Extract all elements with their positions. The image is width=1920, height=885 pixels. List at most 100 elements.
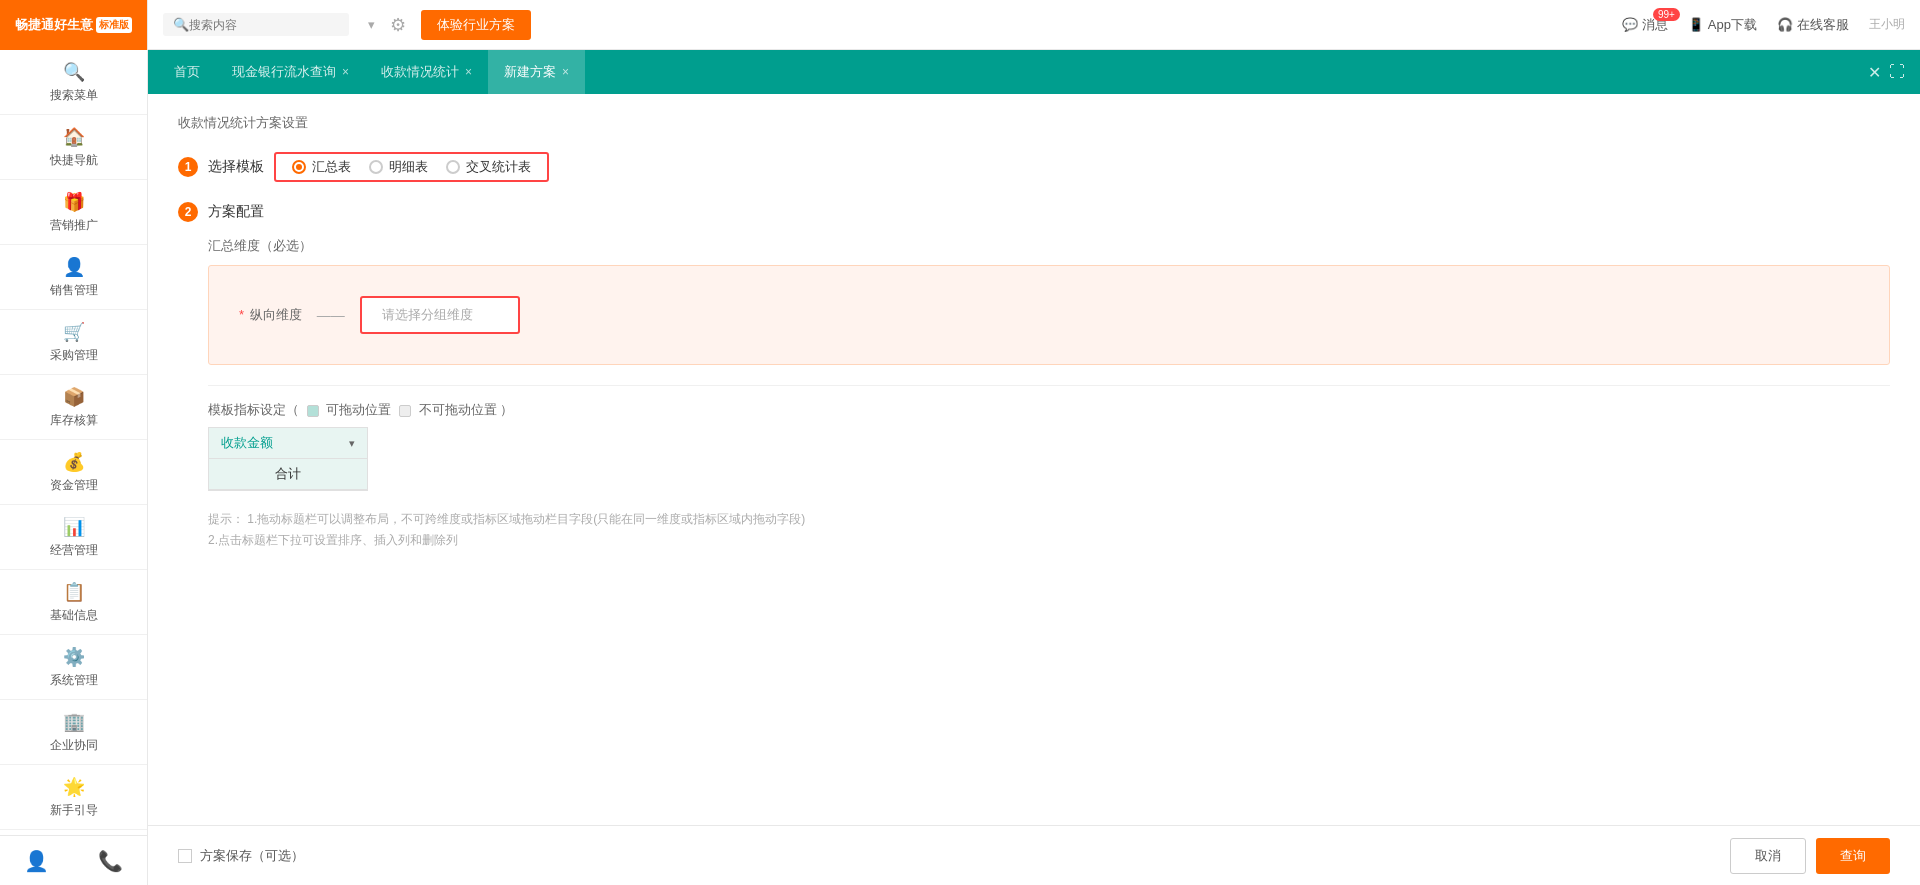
service-label: 在线客服 xyxy=(1797,16,1849,34)
topbar-search-box[interactable]: 🔍 xyxy=(163,13,349,36)
sidebar-item-fund-mgmt[interactable]: 💰 资金管理 xyxy=(0,440,147,505)
tab-home[interactable]: 首页 xyxy=(158,50,216,94)
search-icon: 🔍 xyxy=(173,17,189,32)
trial-button[interactable]: 体验行业方案 xyxy=(421,10,531,40)
legend-draggable-dot xyxy=(307,405,319,417)
hint-2: 2.点击标题栏下拉可设置排序、插入列和删除列 xyxy=(208,532,1890,549)
tab-collection-stats-close[interactable]: × xyxy=(465,65,472,79)
download-label: App下载 xyxy=(1708,16,1757,34)
tab-new-plan-close[interactable]: × xyxy=(562,65,569,79)
step1-header: 1 选择模板 汇总表 明细表 xyxy=(178,152,1890,182)
sidebar-item-sys-mgmt[interactable]: ⚙️系统管理 xyxy=(0,635,147,700)
sidebar-icon-basic-info: 📋 xyxy=(63,581,85,603)
sidebar-icon-marketing: 🎁 xyxy=(63,191,85,213)
main-wrapper: 🔍 ▾ ⚙ 体验行业方案 💬 消息 99+ 📱 App下载 🎧 在线客服 王小明 xyxy=(148,0,1920,885)
sidebar-icon-sys-mgmt: ⚙️ xyxy=(63,646,85,668)
tabs-expand-icon[interactable]: ⛶ xyxy=(1889,63,1905,81)
tab-bank-flow-close[interactable]: × xyxy=(342,65,349,79)
breadcrumb: 收款情况统计方案设置 xyxy=(178,114,1890,132)
template-options-box: 汇总表 明细表 交叉统计表 xyxy=(274,152,549,182)
sidebar-item-search-menu[interactable]: 🔍搜索菜单 xyxy=(0,50,147,115)
sidebar-item-newbie[interactable]: 🌟新手引导 xyxy=(0,765,147,830)
save-plan-label: 方案保存（可选） xyxy=(200,847,304,865)
metrics-dropdown-icon[interactable]: ▾ xyxy=(349,437,355,450)
message-button[interactable]: 💬 消息 99+ xyxy=(1622,16,1668,34)
sidebar-logo: 畅捷通好生意 标准版 xyxy=(0,0,147,50)
dimension-row-label: * 纵向维度 xyxy=(239,306,302,324)
hint-1: 提示： 1.拖动标题栏可以调整布局，不可跨维度或指标区域拖动栏目字段(只能在同一… xyxy=(208,511,1890,528)
sidebar-label-quick-nav: 快捷导航 xyxy=(50,152,98,169)
sidebar-label-inventory: 库存核算 xyxy=(50,412,98,429)
radio-detail[interactable]: 明细表 xyxy=(369,158,428,176)
step1-badge: 1 xyxy=(178,157,198,177)
sidebar-label-marketing: 营销推广 xyxy=(50,217,98,234)
topbar: 🔍 ▾ ⚙ 体验行业方案 💬 消息 99+ 📱 App下载 🎧 在线客服 王小明 xyxy=(148,0,1920,50)
dimension-vertical-label: 纵向维度 xyxy=(250,307,302,322)
tabs-bar: 首页 现金银行流水查询 × 收款情况统计 × 新建方案 × ✕ ⛶ xyxy=(148,50,1920,94)
tab-home-label: 首页 xyxy=(174,63,200,81)
sidebar-icon-enterprise: 🏢 xyxy=(63,711,85,733)
topbar-gear-icon[interactable]: ⚙ xyxy=(390,14,406,36)
sidebar-footer-icon-right[interactable]: 📞 xyxy=(98,849,123,873)
sidebar-version-badge: 标准版 xyxy=(96,17,132,33)
dimension-section-title: 汇总维度（必选） xyxy=(208,237,1890,255)
sidebar-label-newbie: 新手引导 xyxy=(50,802,98,819)
sidebar-icon-sales-mgmt: 👤 xyxy=(63,256,85,278)
sidebar-item-marketing[interactable]: 🎁 营销推广 xyxy=(0,180,147,245)
step1-section: 1 选择模板 汇总表 明细表 xyxy=(178,152,1890,182)
cancel-button[interactable]: 取消 xyxy=(1730,838,1806,874)
tabs-close-all-icon[interactable]: ✕ xyxy=(1868,63,1881,82)
metrics-section: 模板指标设定（ 可拖动位置 不可拖动位置 ） 收款金额 ▾ xyxy=(208,401,1890,491)
topbar-right: 💬 消息 99+ 📱 App下载 🎧 在线客服 王小明 xyxy=(1622,16,1905,34)
tabs-right-actions: ✕ ⛶ xyxy=(1868,50,1910,94)
radio-summary[interactable]: 汇总表 xyxy=(292,158,351,176)
tab-new-plan[interactable]: 新建方案 × xyxy=(488,50,585,94)
sidebar-item-sales-mgmt[interactable]: 👤销售管理 xyxy=(0,245,147,310)
user-name: 王小明 xyxy=(1869,16,1905,33)
dimension-section: 汇总维度（必选） * 纵向维度 —— 请选择分组维度 xyxy=(208,237,1890,549)
radio-detail-label: 明细表 xyxy=(389,158,428,176)
metrics-grid-cell: 合计 xyxy=(209,459,367,490)
sidebar-item-biz-mgmt[interactable]: 📊经营管理 xyxy=(0,505,147,570)
radio-cross[interactable]: 交叉统计表 xyxy=(446,158,531,176)
sidebar-label-fund-mgmt: 资金管理 xyxy=(50,477,98,494)
sidebar-item-quick-nav[interactable]: 🏠快捷导航 xyxy=(0,115,147,180)
sidebar-label-basic-info: 基础信息 xyxy=(50,607,98,624)
search-input[interactable] xyxy=(189,18,339,32)
metrics-header-label: 收款金额 xyxy=(221,434,273,452)
sidebar-items: 🔍搜索菜单🏠快捷导航 🎁 营销推广 👤销售管理🛒采购管理📦库存核算 💰 资金管理 📊经营管理… xyxy=(0,50,147,835)
query-button[interactable]: 查询 xyxy=(1816,838,1890,874)
radio-cross-label: 交叉统计表 xyxy=(466,158,531,176)
step2-header: 2 方案配置 xyxy=(178,202,1890,222)
save-plan-checkbox[interactable] xyxy=(178,849,192,863)
dimension-row: * 纵向维度 —— 请选择分组维度 xyxy=(239,296,520,334)
topbar-chevron-icon[interactable]: ▾ xyxy=(368,17,375,32)
app-download-button[interactable]: 📱 App下载 xyxy=(1688,16,1757,34)
metrics-grid-header[interactable]: 收款金额 ▾ xyxy=(209,428,367,459)
sidebar-footer-icon-left[interactable]: 👤 xyxy=(24,849,49,873)
sidebar-icon-fund-mgmt: 💰 xyxy=(63,451,85,473)
dimension-arrow: —— xyxy=(317,307,345,323)
sidebar-item-basic-info[interactable]: 📋 基础信息 xyxy=(0,570,147,635)
dimension-select[interactable]: 请选择分组维度 xyxy=(360,296,520,334)
service-icon: 🎧 xyxy=(1777,17,1793,32)
bottom-actions: 取消 查询 xyxy=(1730,838,1890,874)
sidebar-icon-purchase-mgmt: 🛒 xyxy=(63,321,85,343)
tab-collection-stats[interactable]: 收款情况统计 × xyxy=(365,50,488,94)
radio-summary-label: 汇总表 xyxy=(312,158,351,176)
divider xyxy=(208,385,1890,386)
tab-bank-flow-label: 现金银行流水查询 xyxy=(232,63,336,81)
radio-cross-circle xyxy=(446,160,460,174)
dimension-required-mark: * xyxy=(239,307,244,322)
hints: 提示： 1.拖动标题栏可以调整布局，不可跨维度或指标区域拖动栏目字段(只能在同一… xyxy=(208,511,1890,549)
sidebar-item-enterprise[interactable]: 🏢企业协同 xyxy=(0,700,147,765)
online-service-button[interactable]: 🎧 在线客服 xyxy=(1777,16,1849,34)
sidebar-item-purchase-mgmt[interactable]: 🛒采购管理 xyxy=(0,310,147,375)
radio-detail-circle xyxy=(369,160,383,174)
step2-section: 2 方案配置 汇总维度（必选） * 纵向维度 —— 请选择分组维度 xyxy=(178,202,1890,549)
save-plan-option: 方案保存（可选） xyxy=(178,847,304,865)
tab-new-plan-label: 新建方案 xyxy=(504,63,556,81)
sidebar-item-inventory[interactable]: 📦库存核算 xyxy=(0,375,147,440)
dimension-area: * 纵向维度 —— 请选择分组维度 xyxy=(208,265,1890,365)
tab-bank-flow[interactable]: 现金银行流水查询 × xyxy=(216,50,365,94)
